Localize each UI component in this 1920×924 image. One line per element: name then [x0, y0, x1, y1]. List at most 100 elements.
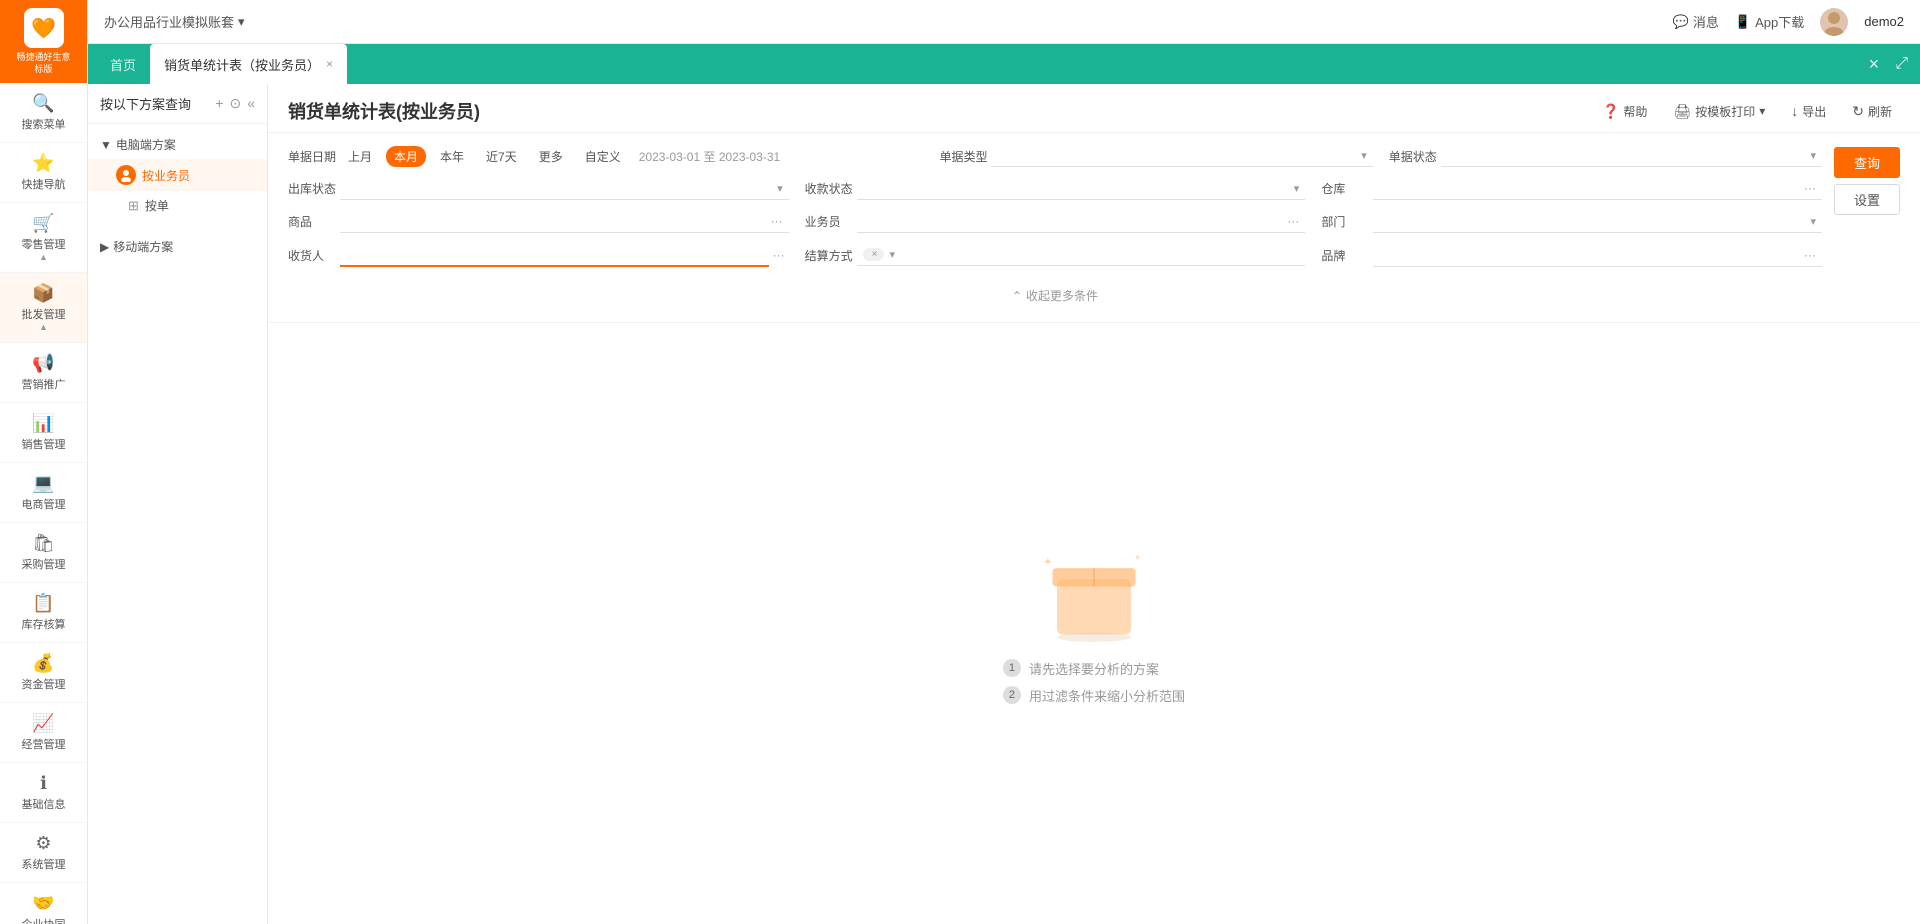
print-button[interactable]: 🖨 按模板打印 ▾ [1665, 99, 1773, 124]
company-selector[interactable]: 办公用品行业模拟账套 ▾ [104, 12, 245, 31]
add-scheme-button[interactable]: + [215, 95, 223, 112]
receiver-input[interactable] [340, 243, 769, 267]
search-icon: 🔍 [32, 93, 54, 114]
wholesale-icon: 📦 [32, 283, 54, 304]
window-close-icon[interactable]: × [1865, 50, 1884, 79]
scheme-group-mobile-header[interactable]: ▶ 移动端方案 [88, 232, 267, 261]
empty-hints: 1 请先选择要分析的方案 2 用过滤条件来缩小分析范围 [1003, 659, 1185, 705]
goods-select[interactable]: ··· [340, 210, 789, 233]
scheme-item-sales-person[interactable]: 按业务员 [88, 159, 267, 191]
sidebar-item-retail[interactable]: 🛒 零售管理 ▲ [0, 203, 87, 273]
export-button[interactable]: ↓ 导出 [1783, 99, 1834, 124]
scheme-settings-icon[interactable]: ⊙ [229, 95, 241, 112]
quicknav-icon: ⭐ [32, 153, 54, 174]
sidebar-item-purchase[interactable]: 🛍 采购管理 [0, 523, 87, 583]
settlement-select[interactable]: × ▾ [857, 244, 1306, 266]
wholesale-arrow: ▲ [39, 322, 48, 332]
warehouse-label: 仓库 [1321, 180, 1373, 197]
app-download-button[interactable]: 📱 App下载 [1735, 12, 1804, 31]
tab-close-icon[interactable]: × [326, 57, 333, 71]
sidebar-item-marketing[interactable]: 📢 营销推广 [0, 343, 87, 403]
left-panel-header: 按以下方案查询 + ⊙ « [88, 84, 267, 124]
setting-button[interactable]: 设置 [1834, 184, 1900, 215]
docstatus-select[interactable]: ▾ [1441, 145, 1822, 167]
collapse-filters-button[interactable]: ⌃ 收起更多条件 [1006, 281, 1104, 310]
left-panel-title: 按以下方案查询 [100, 94, 191, 113]
help-button[interactable]: ❓ 帮助 [1594, 99, 1655, 124]
user-name[interactable]: demo2 [1864, 14, 1904, 29]
sidebar-item-sales[interactable]: 📊 销售管理 [0, 403, 87, 463]
tab-sales-label: 销货单统计表（按业务员） [164, 55, 320, 74]
message-button[interactable]: 💬 消息 [1673, 12, 1719, 31]
warehouse-select[interactable]: ··· [1373, 177, 1822, 200]
scheme-group-pc-header[interactable]: ▼ 电脑端方案 [88, 130, 267, 159]
sidebar-finance-label: 资金管理 [22, 676, 66, 692]
date-current-month-btn[interactable]: 本月 [386, 146, 426, 167]
tab-home[interactable]: 首页 [96, 44, 150, 84]
paymentstatus-select[interactable]: ▾ [857, 178, 1306, 200]
svg-text:✦: ✦ [1134, 552, 1142, 562]
salesperson-more-icon: ··· [1287, 214, 1299, 228]
settlement-tag[interactable]: × [863, 248, 884, 261]
logo-icon: 🧡 [24, 8, 64, 48]
sidebar-item-enterprise[interactable]: 🤝 企业协同 [0, 883, 87, 924]
window-maximize-icon[interactable]: ⤢ [1891, 51, 1912, 77]
scheme-group-mobile-label: 移动端方案 [113, 238, 173, 255]
empty-hint-1: 1 请先选择要分析的方案 [1003, 659, 1185, 678]
date-prev-month-btn[interactable]: 上月 [340, 146, 380, 167]
brand-select[interactable]: ··· [1373, 244, 1822, 267]
sidebar-enterprise-label: 企业协同 [22, 916, 66, 924]
purchase-icon: 🛍 [32, 533, 55, 554]
sidebar-item-system[interactable]: ⚙ 系统管理 [0, 823, 87, 883]
filter-settlement-field: 结算方式 × ▾ [805, 244, 1306, 266]
sidebar-search-label: 搜索菜单 [22, 116, 66, 132]
doctype-chevron-icon: ▾ [1361, 149, 1367, 162]
settlement-tag-close-icon[interactable]: × [872, 249, 878, 260]
collapse-panel-icon[interactable]: « [247, 95, 255, 112]
right-panel-header: 销货单统计表(按业务员) ❓ 帮助 🖨 按模板打印 ▾ ↓ 导出 [268, 84, 1920, 133]
docstatus-label: 单据状态 [1389, 148, 1441, 165]
sidebar-item-operations[interactable]: 📈 经营管理 [0, 703, 87, 763]
department-select[interactable]: ▾ [1373, 211, 1822, 233]
hint-num-2: 2 [1003, 686, 1021, 704]
sidebar-logo[interactable]: 🧡 畅捷通好生意 标版 [0, 0, 87, 83]
filter-row-1: 单据日期 上月 本月 本年 近7天 更多 自定义 2023-03-01 至 20… [288, 145, 1822, 167]
date-custom-btn[interactable]: 自定义 [577, 146, 629, 167]
sidebar-item-inventory[interactable]: 📋 库存核算 [0, 583, 87, 643]
ecommerce-icon: 💻 [32, 473, 54, 494]
sidebar-item-basicinfo[interactable]: ℹ 基础信息 [0, 763, 87, 823]
sidebar-sales-label: 销售管理 [22, 436, 66, 452]
salesperson-select[interactable]: ··· [857, 210, 1306, 233]
receiver-more-icon[interactable]: ··· [769, 248, 789, 262]
sidebar-marketing-label: 营销推广 [22, 376, 66, 392]
user-avatar[interactable] [1820, 8, 1848, 36]
stockstatus-select[interactable]: ▾ [340, 178, 789, 200]
date-last7-btn[interactable]: 近7天 [478, 146, 525, 167]
sidebar-item-wholesale[interactable]: 📦 批发管理 ▲ [0, 273, 87, 343]
scheme-sub-item-order[interactable]: ⊞ 按单 [88, 191, 267, 220]
chevron-right-icon-mobile: ▶ [100, 240, 109, 254]
export-label: 导出 [1802, 103, 1826, 120]
sidebar-purchase-label: 采购管理 [22, 556, 66, 572]
sidebar-item-search[interactable]: 🔍 搜索菜单 [0, 83, 87, 143]
collapse-up-icon: ⌃ [1012, 289, 1022, 303]
doctype-select[interactable]: ▾ [991, 145, 1372, 167]
refresh-button[interactable]: ↻ 刷新 [1844, 99, 1900, 124]
filter-area: 单据日期 上月 本月 本年 近7天 更多 自定义 2023-03-01 至 20… [268, 133, 1920, 323]
dropdown-arrow-icon: ▾ [238, 14, 245, 30]
date-more-btn[interactable]: 更多 [531, 146, 571, 167]
finance-icon: 💰 [32, 653, 54, 674]
sidebar-system-label: 系统管理 [22, 856, 66, 872]
message-icon: 💬 [1673, 14, 1689, 30]
retail-arrow: ▲ [39, 252, 48, 262]
header-right: 💬 消息 📱 App下载 demo2 [1673, 8, 1904, 36]
empty-hint-2: 2 用过滤条件来缩小分析范围 [1003, 686, 1185, 705]
sidebar-item-ecommerce[interactable]: 💻 电商管理 [0, 463, 87, 523]
sidebar-item-quicknav[interactable]: ⭐ 快捷导航 [0, 143, 87, 203]
tab-home-label: 首页 [110, 55, 136, 74]
date-current-year-btn[interactable]: 本年 [432, 146, 472, 167]
basicinfo-icon: ℹ [40, 773, 47, 794]
tab-sales-report[interactable]: 销货单统计表（按业务员） × [150, 44, 347, 84]
sidebar-item-finance[interactable]: 💰 资金管理 [0, 643, 87, 703]
query-button[interactable]: 查询 [1834, 147, 1900, 178]
